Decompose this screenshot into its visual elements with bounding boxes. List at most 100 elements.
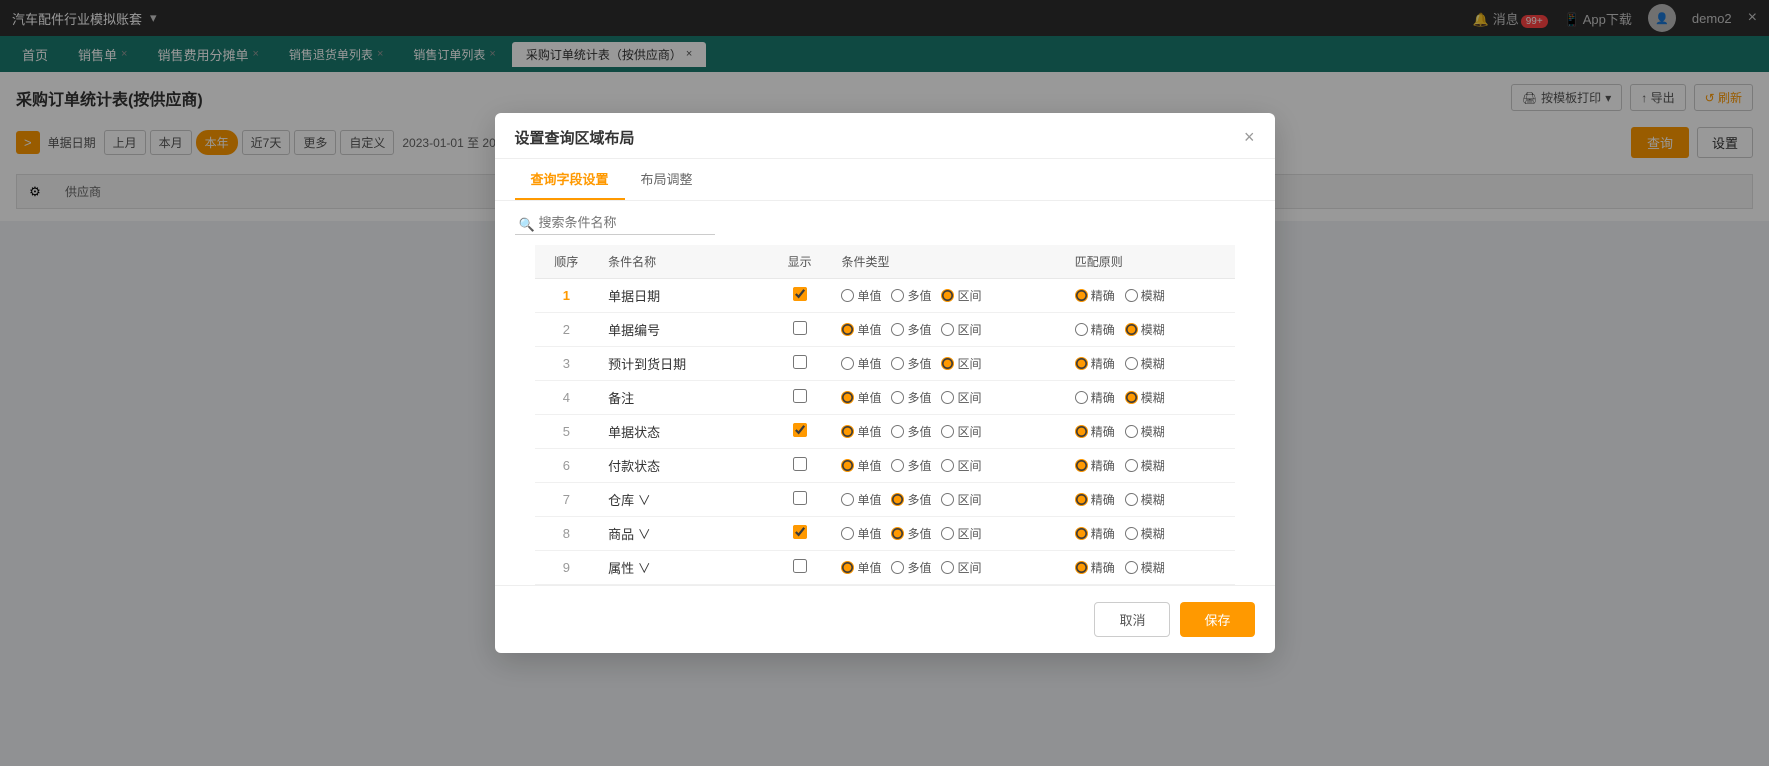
row-type: 单值多值区间 [831, 279, 1064, 313]
match-option-精确[interactable]: 精确 [1075, 321, 1115, 338]
match-option-模糊[interactable]: 模糊 [1125, 389, 1165, 406]
table-row: 1单据日期单值多值区间精确模糊 [535, 279, 1235, 313]
type-option-单值[interactable]: 单值 [841, 389, 881, 406]
display-checkbox[interactable] [793, 355, 807, 369]
row-display[interactable] [768, 415, 832, 449]
type-option-单值[interactable]: 单值 [841, 525, 881, 542]
row-display[interactable] [768, 279, 832, 313]
type-option-区间[interactable]: 区间 [941, 321, 981, 338]
type-option-区间[interactable]: 区间 [941, 423, 981, 440]
row-match: 精确模糊 [1065, 483, 1235, 517]
type-option-单值[interactable]: 单值 [841, 321, 881, 338]
match-option-精确[interactable]: 精确 [1075, 423, 1115, 440]
row-name: 商品 ∨ [598, 517, 768, 551]
type-option-单值[interactable]: 单值 [841, 287, 881, 304]
match-option-精确[interactable]: 精确 [1075, 457, 1115, 474]
match-option-精确[interactable]: 精确 [1075, 355, 1115, 372]
row-display[interactable] [768, 483, 832, 517]
row-order: 3 [535, 347, 599, 381]
type-option-单值[interactable]: 单值 [841, 355, 881, 372]
search-icon: 🔍 [519, 217, 535, 233]
type-option-多值[interactable]: 多值 [891, 423, 931, 440]
match-option-精确[interactable]: 精确 [1075, 491, 1115, 508]
row-display[interactable] [768, 517, 832, 551]
row-order: 6 [535, 449, 599, 483]
type-option-区间[interactable]: 区间 [941, 559, 981, 576]
table-header-row: 顺序 条件名称 显示 条件类型 匹配原则 [535, 245, 1235, 279]
type-option-多值[interactable]: 多值 [891, 491, 931, 508]
row-type: 单值多值区间 [831, 381, 1064, 415]
type-option-多值[interactable]: 多值 [891, 355, 931, 372]
match-option-模糊[interactable]: 模糊 [1125, 559, 1165, 576]
search-wrapper: 🔍 [515, 211, 715, 235]
row-type: 单值多值区间 [831, 415, 1064, 449]
col-type: 条件类型 [831, 245, 1064, 279]
row-display[interactable] [768, 551, 832, 585]
display-checkbox[interactable] [793, 559, 807, 573]
cancel-button[interactable]: 取消 [1094, 602, 1170, 637]
row-match: 精确模糊 [1065, 415, 1235, 449]
type-option-多值[interactable]: 多值 [891, 457, 931, 474]
display-checkbox[interactable] [793, 389, 807, 403]
match-option-精确[interactable]: 精确 [1075, 287, 1115, 304]
match-option-模糊[interactable]: 模糊 [1125, 321, 1165, 338]
row-name: 单据编号 [598, 313, 768, 347]
type-option-单值[interactable]: 单值 [841, 559, 881, 576]
match-option-模糊[interactable]: 模糊 [1125, 525, 1165, 542]
display-checkbox[interactable] [793, 491, 807, 505]
match-option-模糊[interactable]: 模糊 [1125, 457, 1165, 474]
type-option-区间[interactable]: 区间 [941, 457, 981, 474]
display-checkbox[interactable] [793, 423, 807, 437]
display-checkbox[interactable] [793, 525, 807, 539]
tab-layout-adjust[interactable]: 布局调整 [625, 159, 709, 200]
row-display[interactable] [768, 449, 832, 483]
dialog-tabs: 查询字段设置 布局调整 [495, 159, 1275, 201]
type-option-区间[interactable]: 区间 [941, 287, 981, 304]
match-option-模糊[interactable]: 模糊 [1125, 423, 1165, 440]
tab-query-fields[interactable]: 查询字段设置 [515, 159, 625, 200]
row-type: 单值多值区间 [831, 483, 1064, 517]
display-checkbox[interactable] [793, 287, 807, 301]
row-name: 单据日期 [598, 279, 768, 313]
type-option-多值[interactable]: 多值 [891, 559, 931, 576]
type-option-区间[interactable]: 区间 [941, 355, 981, 372]
search-input[interactable] [515, 211, 715, 235]
dialog-close-button[interactable]: × [1244, 127, 1255, 148]
row-match: 精确模糊 [1065, 449, 1235, 483]
type-option-单值[interactable]: 单值 [841, 457, 881, 474]
save-button[interactable]: 保存 [1180, 602, 1254, 637]
type-option-区间[interactable]: 区间 [941, 491, 981, 508]
display-checkbox[interactable] [793, 321, 807, 335]
match-option-模糊[interactable]: 模糊 [1125, 287, 1165, 304]
dialog-title: 设置查询区域布局 [515, 127, 635, 148]
row-match: 精确模糊 [1065, 313, 1235, 347]
match-option-精确[interactable]: 精确 [1075, 525, 1115, 542]
row-order: 9 [535, 551, 599, 585]
type-option-单值[interactable]: 单值 [841, 491, 881, 508]
type-option-多值[interactable]: 多值 [891, 389, 931, 406]
type-option-多值[interactable]: 多值 [891, 321, 931, 338]
match-option-精确[interactable]: 精确 [1075, 559, 1115, 576]
row-display[interactable] [768, 313, 832, 347]
type-option-区间[interactable]: 区间 [941, 389, 981, 406]
table-row: 7仓库 ∨单值多值区间精确模糊 [535, 483, 1235, 517]
type-option-区间[interactable]: 区间 [941, 525, 981, 542]
table-row: 3预计到货日期单值多值区间精确模糊 [535, 347, 1235, 381]
type-option-单值[interactable]: 单值 [841, 423, 881, 440]
type-option-多值[interactable]: 多值 [891, 287, 931, 304]
row-display[interactable] [768, 347, 832, 381]
row-name: 属性 ∨ [598, 551, 768, 585]
table-row: 4备注单值多值区间精确模糊 [535, 381, 1235, 415]
display-checkbox[interactable] [793, 457, 807, 471]
match-option-模糊[interactable]: 模糊 [1125, 355, 1165, 372]
match-option-精确[interactable]: 精确 [1075, 389, 1115, 406]
col-match: 匹配原则 [1065, 245, 1235, 279]
match-option-模糊[interactable]: 模糊 [1125, 491, 1165, 508]
table-row: 5单据状态单值多值区间精确模糊 [535, 415, 1235, 449]
table-row: 9属性 ∨ 单值多值区间 精确模糊 [535, 551, 1235, 585]
type-option-多值[interactable]: 多值 [891, 525, 931, 542]
row-name: 仓库 ∨ [598, 483, 768, 517]
row-display[interactable] [768, 381, 832, 415]
dialog-table-scroll[interactable]: 顺序 条件名称 显示 条件类型 匹配原则 1单据日期单值多值区间精确模糊2单据编… [495, 245, 1275, 585]
table-row: 8商品 ∨单值多值区间精确模糊 [535, 517, 1235, 551]
